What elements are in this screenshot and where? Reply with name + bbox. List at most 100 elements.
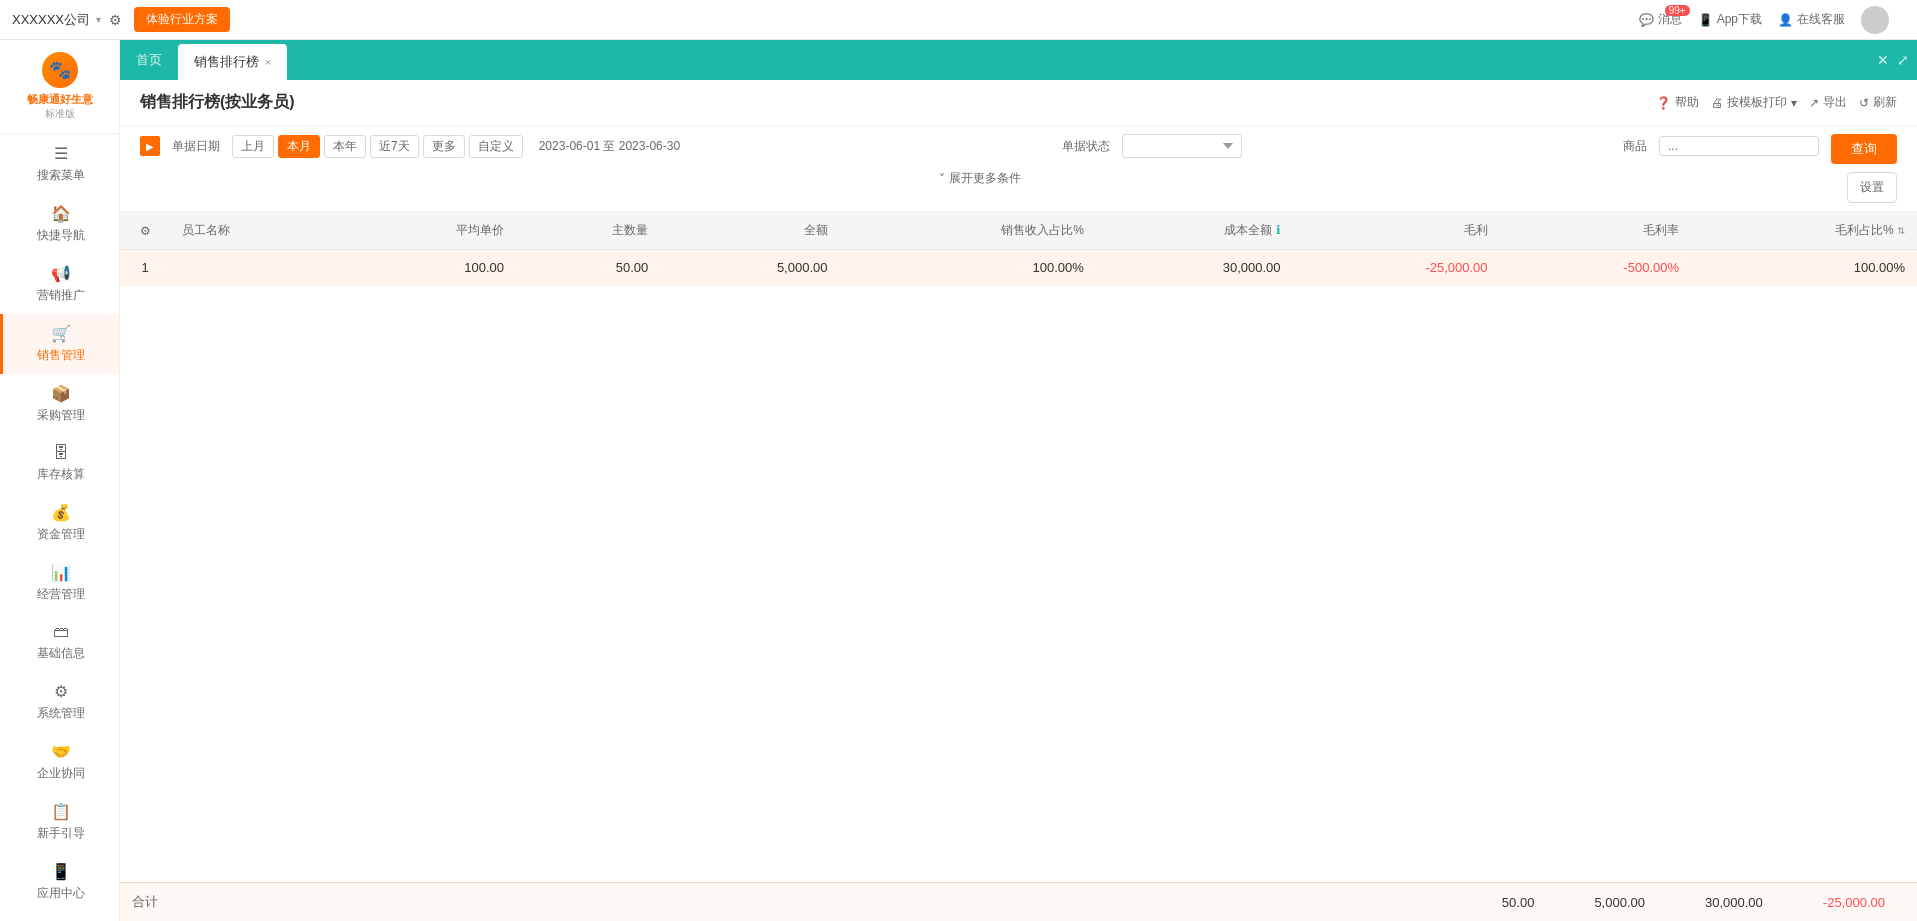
print-button[interactable]: 🖨 按模板打印 ▾ xyxy=(1711,94,1797,111)
date-btn-custom[interactable]: 自定义 xyxy=(469,135,523,158)
status-select[interactable] xyxy=(1122,134,1242,158)
chevron-down-icon: ▾ xyxy=(96,14,101,25)
tab-bar-right: ✕ ⤢ xyxy=(1877,52,1917,68)
sidebar-item-label: 经营管理 xyxy=(37,586,85,603)
enterprise-icon: 🤝 xyxy=(51,742,71,761)
filter-expand-button[interactable]: ▶ xyxy=(140,136,160,156)
sidebar-item-inventory[interactable]: 🗄 库存核算 xyxy=(0,434,119,493)
sidebar-item-label: 资金管理 xyxy=(37,526,85,543)
sidebar-item-label: 搜索菜单 xyxy=(37,167,85,184)
expand-row: ˅ 展开更多条件 xyxy=(140,166,1819,191)
tab-sales-ranking[interactable]: 销售排行榜 × xyxy=(178,44,287,80)
header-actions: ❓ 帮助 🖨 按模板打印 ▾ ↗ 导出 ↺ xyxy=(1656,94,1897,111)
help-icon: ❓ xyxy=(1656,96,1671,110)
goods-filter-label: 商品 xyxy=(1623,138,1647,155)
col-gross-rate: 毛利率 xyxy=(1500,212,1691,250)
sort-icon[interactable]: ⇅ xyxy=(1897,225,1905,236)
filter-area: ▶ 单据日期 上月 本月 本年 近7天 更多 自定义 2023 xyxy=(120,126,1917,212)
date-btn-this-month[interactable]: 本月 xyxy=(278,135,320,158)
filter-row-date: ▶ 单据日期 上月 本月 本年 近7天 更多 自定义 2023 xyxy=(140,134,1819,158)
sidebar-item-finance[interactable]: 💰 资金管理 xyxy=(0,493,119,553)
table-wrap: ⚙ 员工名称 平均单价 主数量 全额 销售收入占比% 成本全额 ℹ 毛利 毛利率… xyxy=(120,212,1917,882)
window-expand-button[interactable]: ⤢ xyxy=(1897,52,1909,68)
sidebar-item-label: 应用中心 xyxy=(37,885,85,902)
online-service-button[interactable]: 👤 在线客服 xyxy=(1778,11,1845,28)
finance-icon: 💰 xyxy=(51,503,71,522)
cell-rank: 1 xyxy=(120,250,170,286)
top-bar: XXXXXX公司 ▾ ⚙ 体验行业方案 💬 消息 99+ 📱 App下载 👤 在… xyxy=(0,0,1917,40)
sidebar-item-system[interactable]: ⚙ 系统管理 xyxy=(0,672,119,732)
sidebar-item-enterprise[interactable]: 🤝 企业协同 xyxy=(0,732,119,792)
table-row: 1 100.00 50.00 5,000.00 100.00% 30,000.0… xyxy=(120,250,1917,286)
table-footer: 合计 50.00 5,000.00 30,000.00 -25,000.00 xyxy=(120,882,1917,921)
query-button[interactable]: 查询 xyxy=(1831,134,1897,164)
home-icon: 🏠 xyxy=(51,204,71,223)
col-settings[interactable]: ⚙ xyxy=(120,212,170,250)
cost-info-icon[interactable]: ℹ xyxy=(1276,223,1281,237)
date-btn-7days[interactable]: 近7天 xyxy=(370,135,419,158)
export-button[interactable]: ↗ 导出 xyxy=(1809,94,1847,111)
sidebar-item-guide[interactable]: 📋 新手引导 xyxy=(0,792,119,852)
company-selector[interactable]: XXXXXX公司 ▾ xyxy=(12,11,101,29)
logo-subtitle: 标准版 xyxy=(45,107,75,121)
sidebar-item-search[interactable]: ☰ 搜索菜单 xyxy=(0,134,119,194)
help-button[interactable]: ❓ 帮助 xyxy=(1656,94,1699,111)
date-btn-last-month[interactable]: 上月 xyxy=(232,135,274,158)
tab-home-label: 首页 xyxy=(136,51,162,69)
logo-area: 🐾 畅康通好生意 标准版 xyxy=(0,40,119,134)
tab-bar: 首页 销售排行榜 × ✕ ⤢ xyxy=(120,40,1917,80)
date-btn-this-year[interactable]: 本年 xyxy=(324,135,366,158)
goods-input-wrap[interactable]: ... xyxy=(1659,136,1819,156)
tab-close-icon[interactable]: × xyxy=(265,56,271,68)
col-sales-pct: 销售收入占比% xyxy=(840,212,1096,250)
sidebar-item-label: 系统管理 xyxy=(37,705,85,722)
sidebar-item-label: 基础信息 xyxy=(37,645,85,662)
table-header-row: ⚙ 员工名称 平均单价 主数量 全额 销售收入占比% 成本全额 ℹ 毛利 毛利率… xyxy=(120,212,1917,250)
content-area: 首页 销售排行榜 × ✕ ⤢ 销售排行榜(按业务员) ❓ 帮助 xyxy=(120,40,1917,921)
sidebar-item-wechat[interactable]: 💬 企业微信 xyxy=(0,912,119,921)
cell-qty: 50.00 xyxy=(516,250,660,286)
tab-home[interactable]: 首页 xyxy=(120,40,178,80)
date-btn-more[interactable]: 更多 xyxy=(423,135,465,158)
print-chevron-icon: ▾ xyxy=(1791,96,1797,110)
trial-button[interactable]: 体验行业方案 xyxy=(134,7,230,32)
service-icon: 👤 xyxy=(1778,13,1793,27)
page-content: 销售排行榜(按业务员) ❓ 帮助 🖨 按模板打印 ▾ ↗ xyxy=(120,80,1917,921)
sidebar-item-label: 销售管理 xyxy=(37,347,85,364)
col-gross: 毛利 xyxy=(1293,212,1500,250)
refresh-button[interactable]: ↺ 刷新 xyxy=(1859,94,1897,111)
operation-icon: 📊 xyxy=(51,563,71,582)
sidebar-item-appcenter[interactable]: 📱 应用中心 xyxy=(0,852,119,912)
search-icon: ☰ xyxy=(54,144,68,163)
goods-more-icon[interactable]: ... xyxy=(1668,139,1678,153)
refresh-icon: ↺ xyxy=(1859,96,1869,110)
sidebar-item-sales[interactable]: 🛒 销售管理 xyxy=(0,314,119,374)
expand-more-button[interactable]: ˅ 展开更多条件 xyxy=(939,170,1021,187)
filter-right-buttons: 查询 设置 xyxy=(1831,134,1897,203)
top-right-area: 💬 消息 99+ 📱 App下载 👤 在线客服 xyxy=(1639,6,1905,34)
message-icon: 💬 xyxy=(1639,13,1654,27)
sidebar-item-operation[interactable]: 📊 经营管理 xyxy=(0,553,119,613)
window-close-button[interactable]: ✕ xyxy=(1877,52,1889,68)
sidebar-item-quicknav[interactable]: 🏠 快捷导航 xyxy=(0,194,119,254)
inventory-icon: 🗄 xyxy=(53,444,69,462)
app-icon: 📱 xyxy=(1698,13,1713,27)
sidebar-item-basicinfo[interactable]: 🗃 基础信息 xyxy=(0,613,119,672)
status-filter-label: 单据状态 xyxy=(1062,138,1110,155)
col-total: 全额 xyxy=(660,212,839,250)
marketing-icon: 📢 xyxy=(51,264,71,283)
settings-button[interactable]: 设置 xyxy=(1847,172,1897,203)
date-buttons: 上月 本月 本年 近7天 更多 自定义 xyxy=(232,135,523,158)
col-gross-pct[interactable]: 毛利占比% ⇅ xyxy=(1691,212,1917,250)
settings-icon[interactable]: ⚙ xyxy=(109,12,122,28)
cell-total: 5,000.00 xyxy=(660,250,839,286)
sidebar-item-marketing[interactable]: 📢 营销推广 xyxy=(0,254,119,314)
message-button[interactable]: 💬 消息 99+ xyxy=(1639,11,1682,28)
page-header: 销售排行榜(按业务员) ❓ 帮助 🖨 按模板打印 ▾ ↗ xyxy=(120,80,1917,126)
avatar[interactable] xyxy=(1861,6,1889,34)
expand-icon: ˅ xyxy=(939,172,945,186)
footer-cost: 30,000.00 xyxy=(1705,895,1763,910)
app-download-button[interactable]: 📱 App下载 xyxy=(1698,11,1762,28)
sidebar-item-purchase[interactable]: 📦 采购管理 xyxy=(0,374,119,434)
col-avg-price: 平均单价 xyxy=(343,212,516,250)
